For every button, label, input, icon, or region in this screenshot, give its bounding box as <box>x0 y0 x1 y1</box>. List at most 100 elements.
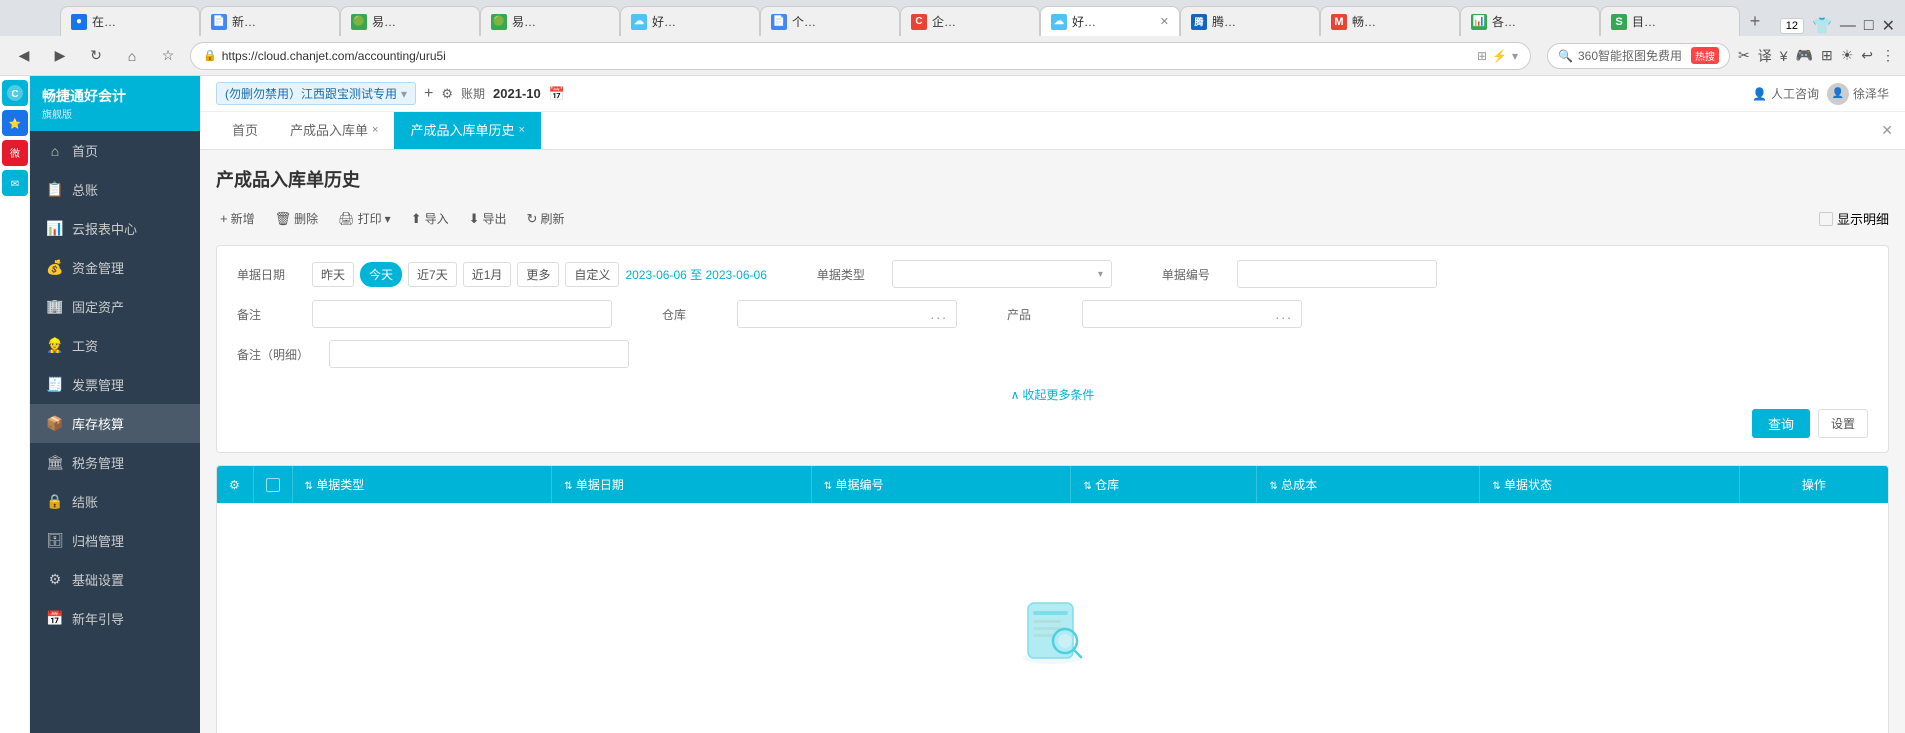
currency-icon[interactable]: ¥ <box>1780 48 1788 64</box>
tab-10[interactable]: M 畅… <box>1320 6 1460 36</box>
sidebar-item-close[interactable]: 🔒 结账 <box>30 482 200 521</box>
more-icon[interactable]: ⋮ <box>1881 47 1895 64</box>
th-operations-label: 操作 <box>1802 478 1826 492</box>
product-select[interactable]: ... <box>1082 300 1302 328</box>
grid-view-icon[interactable]: ⊞ <box>1821 47 1833 64</box>
tab-8-close[interactable]: ✕ <box>1160 15 1169 28</box>
sidebar-item-fixed-assets[interactable]: 🏢 固定资产 <box>30 287 200 326</box>
import-button[interactable]: ⬆ 导入 <box>407 208 453 229</box>
th-warehouse[interactable]: ⇅ 仓库 <box>1071 466 1257 503</box>
close-icon[interactable]: ✕ <box>1882 16 1895 36</box>
th-total-cost[interactable]: ⇅ 总成本 <box>1257 466 1480 503</box>
date-more[interactable]: 更多 <box>517 262 559 287</box>
date-7days[interactable]: 近7天 <box>408 262 457 287</box>
export-button[interactable]: ⬇ 导出 <box>465 208 511 229</box>
tab-list-page[interactable]: 产成品入库单 × <box>274 112 394 149</box>
add-icon: + <box>220 211 228 226</box>
minimize-icon[interactable]: — <box>1840 17 1856 35</box>
app-mail-icon[interactable]: ✉ <box>2 170 28 196</box>
new-tab-button[interactable]: + <box>1740 6 1770 36</box>
add-company-button[interactable]: + <box>424 85 433 103</box>
tab-9[interactable]: 腾 腾… <box>1180 6 1320 36</box>
app-weibo-icon[interactable]: 微 <box>2 140 28 166</box>
refresh-button[interactable]: ↻ <box>82 42 110 70</box>
query-button[interactable]: 查询 <box>1752 409 1810 438</box>
setting-button[interactable]: 设置 <box>1818 409 1868 438</box>
action-toolbar: + 新增 🗑 删除 🖨 打印 ▾ ⬆ 导入 <box>216 208 1889 229</box>
app-icon-2[interactable]: ⭐ <box>2 110 28 136</box>
th-doc-date[interactable]: ⇅ 单据日期 <box>552 466 812 503</box>
game-icon[interactable]: 🎮 <box>1796 47 1813 64</box>
date-yesterday[interactable]: 昨天 <box>312 262 354 287</box>
warehouse-select[interactable]: ... <box>737 300 957 328</box>
tab-5[interactable]: ☁ 好… <box>620 6 760 36</box>
bookmark-button[interactable]: ☆ <box>154 42 182 70</box>
tab-7[interactable]: C 企… <box>900 6 1040 36</box>
theme-icon[interactable]: ☀ <box>1841 47 1854 64</box>
sidebar-item-payroll[interactable]: 👷 工资 <box>30 326 200 365</box>
sidebar-item-ledger[interactable]: 📋 总账 <box>30 170 200 209</box>
search-box[interactable]: 🔍 360智能抠图免费用 热搜 <box>1547 43 1730 69</box>
scissors-icon[interactable]: ✂ <box>1738 47 1750 64</box>
company-selector[interactable]: (勿删勿禁用）江西跟宝测试专用 ▾ <box>216 82 416 105</box>
tab-history-page[interactable]: 产成品入库单历史 × <box>394 112 540 149</box>
tab-2[interactable]: 📄 新… <box>200 6 340 36</box>
tab-1[interactable]: ● 在… <box>60 6 200 36</box>
tab-breadcrumb-home[interactable]: 首页 <box>216 112 274 149</box>
url-bar[interactable]: 🔒 https://cloud.chanjet.com/accounting/u… <box>190 42 1531 70</box>
date-custom[interactable]: 自定义 <box>565 262 619 287</box>
show-detail-toggle[interactable]: 显示明细 <box>1819 209 1889 228</box>
print-button[interactable]: 🖨 打印 ▾ <box>334 208 395 229</box>
sidebar-item-inventory[interactable]: 📦 库存核算 <box>30 404 200 443</box>
tab-bar: ● 在… 📄 新… 🟢 易… 🟢 易… ☁ 好… 📄 个… C 企… ☁ <box>0 0 1905 36</box>
doc-type-select[interactable]: ▾ <box>892 260 1112 288</box>
period-label: 账期 <box>461 85 485 102</box>
tab-4[interactable]: 🟢 易… <box>480 6 620 36</box>
th-doc-type[interactable]: ⇅ 单据类型 <box>292 466 552 503</box>
remark-input[interactable] <box>312 300 612 328</box>
close-content-panel[interactable]: ✕ <box>1869 114 1905 147</box>
tab-6[interactable]: 📄 个… <box>760 6 900 36</box>
tab-12[interactable]: S 目… <box>1600 6 1740 36</box>
th-checkbox[interactable] <box>253 466 292 503</box>
tab-history-close[interactable]: × <box>518 124 524 136</box>
add-button[interactable]: + 新增 <box>216 208 259 229</box>
sidebar-item-basic[interactable]: ⚙ 基础设置 <box>30 560 200 599</box>
help-button[interactable]: 👤 人工咨询 <box>1752 85 1819 102</box>
th-doc-number[interactable]: ⇅ 单据编号 <box>811 466 1071 503</box>
sidebar-item-home[interactable]: ⌂ 首页 <box>30 131 200 170</box>
doc-number-input[interactable] <box>1237 260 1437 288</box>
url-dropdown[interactable]: ▾ <box>1512 49 1518 63</box>
sidebar-item-funds[interactable]: 💰 资金管理 <box>30 248 200 287</box>
calendar-icon[interactable]: 📅 <box>549 86 565 102</box>
maximize-icon[interactable]: □ <box>1864 17 1874 35</box>
undo-icon[interactable]: ↩ <box>1861 47 1873 64</box>
tab-11[interactable]: 📊 各… <box>1460 6 1600 36</box>
th-doc-status[interactable]: ⇅ 单据状态 <box>1480 466 1740 503</box>
sidebar-item-new-period[interactable]: 📅 新年引导 <box>30 599 200 638</box>
sidebar-item-tax[interactable]: 🏛 税务管理 <box>30 443 200 482</box>
tab-list-close[interactable]: × <box>372 124 378 136</box>
home-button[interactable]: ⌂ <box>118 42 146 70</box>
th-settings[interactable]: ⚙ <box>217 466 253 503</box>
remark-detail-input[interactable] <box>329 340 629 368</box>
settings-button[interactable]: ⚙ <box>441 86 453 102</box>
refresh-toolbar-button[interactable]: ↻ 刷新 <box>523 208 569 229</box>
header-checkbox[interactable] <box>266 478 280 492</box>
delete-button[interactable]: 🗑 删除 <box>271 208 323 229</box>
date-today[interactable]: 今天 <box>360 262 402 287</box>
sidebar-item-report[interactable]: 📊 云报表中心 <box>30 209 200 248</box>
back-button[interactable]: ◀ <box>10 42 38 70</box>
tab-8[interactable]: ☁ 好… ✕ <box>1040 6 1180 36</box>
sidebar-item-archive[interactable]: 🗄 归档管理 <box>30 521 200 560</box>
tab-1-label: 在… <box>92 13 189 30</box>
translate-icon[interactable]: 译 <box>1758 46 1772 66</box>
collapse-button[interactable]: ∧ 收起更多条件 <box>1011 386 1095 403</box>
sidebar-funds-label: 资金管理 <box>72 258 124 277</box>
sidebar-item-invoice[interactable]: 🧾 发票管理 <box>30 365 200 404</box>
show-detail-checkbox[interactable] <box>1819 212 1833 226</box>
forward-button[interactable]: ▶ <box>46 42 74 70</box>
app-chanjet-icon[interactable]: C <box>2 80 28 106</box>
date-1month[interactable]: 近1月 <box>463 262 512 287</box>
tab-3[interactable]: 🟢 易… <box>340 6 480 36</box>
